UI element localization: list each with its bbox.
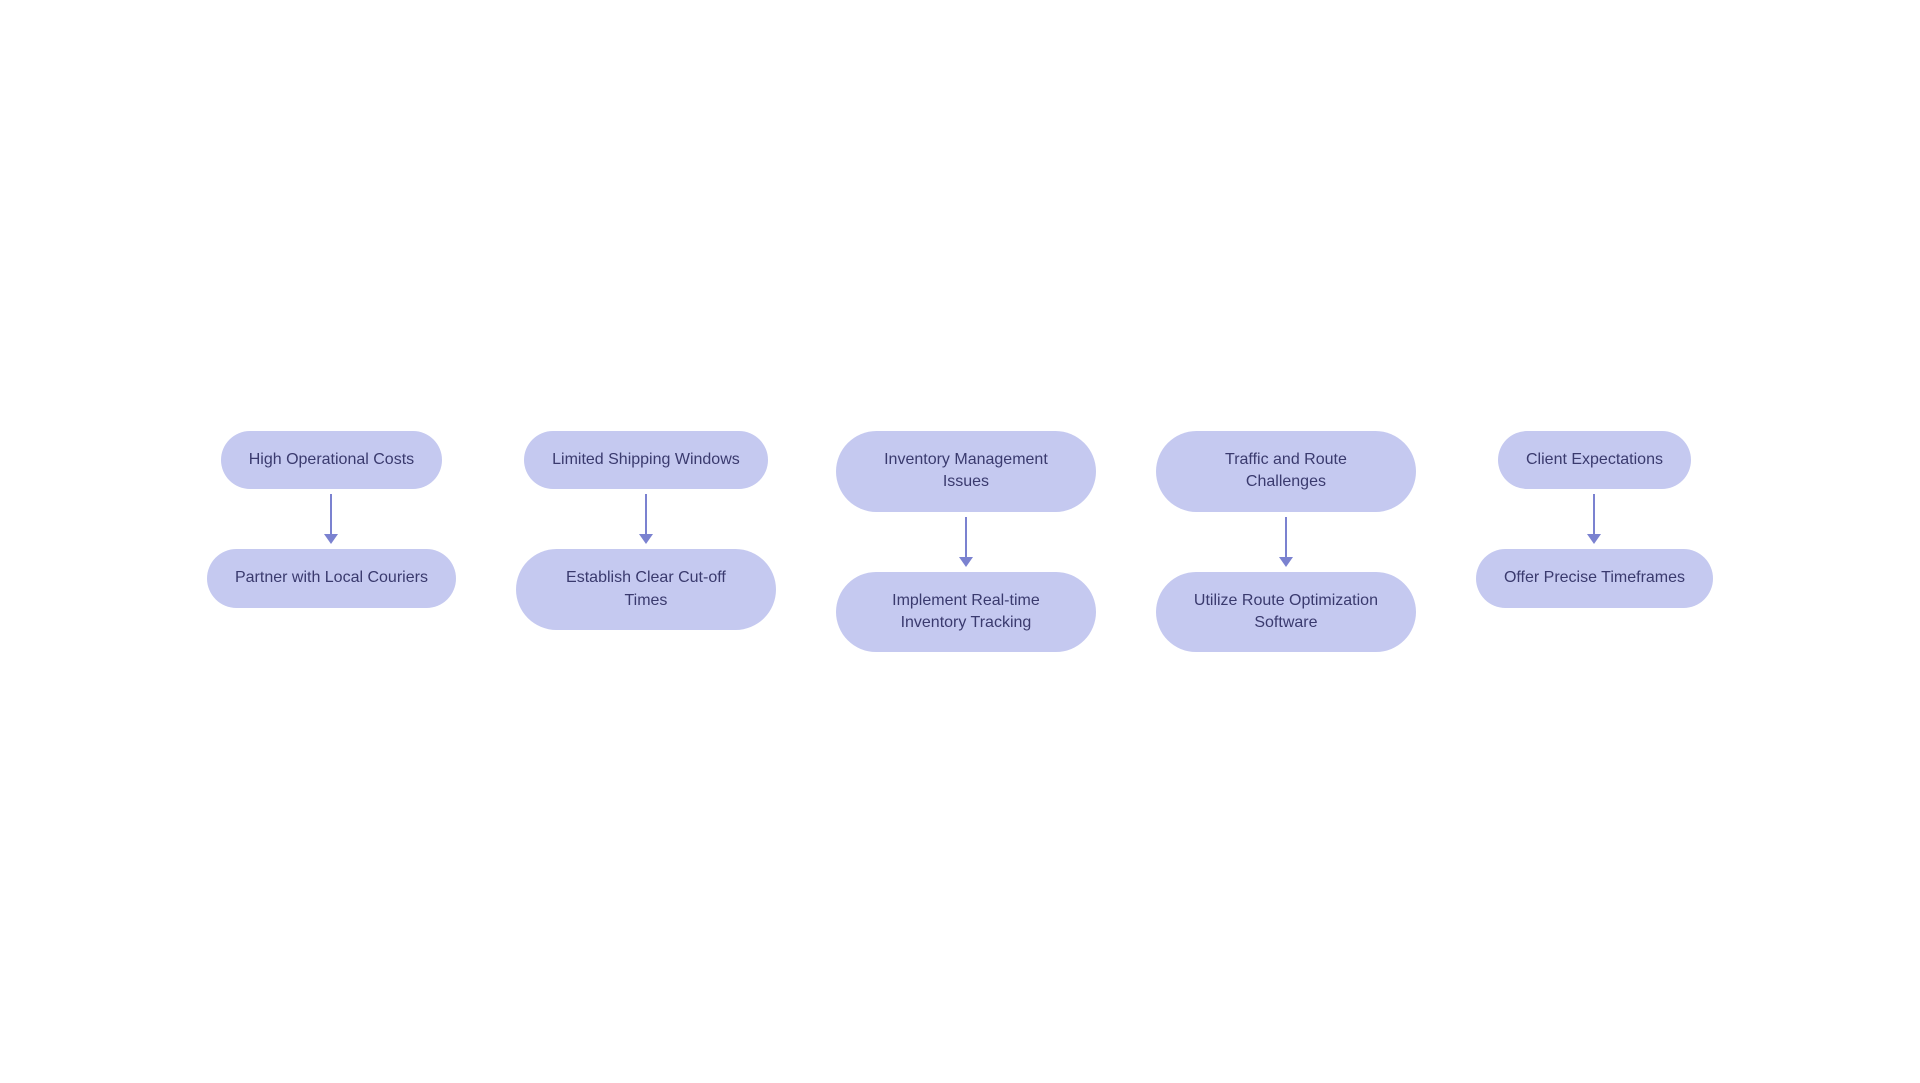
- arrow-line-3: [965, 517, 967, 557]
- node-partner-local-couriers: Partner with Local Couriers: [207, 549, 456, 607]
- arrow-head-2: [639, 534, 653, 544]
- flow-column-2: Limited Shipping Windows Establish Clear…: [516, 431, 776, 630]
- flow-column-4: Traffic and Route Challenges Utilize Rou…: [1156, 431, 1416, 653]
- node-high-operational-costs: High Operational Costs: [221, 431, 442, 489]
- arrow-line-2: [645, 494, 647, 534]
- arrow-2: [639, 489, 653, 549]
- diagram-container: High Operational Costs Partner with Loca…: [167, 391, 1753, 693]
- node-limited-shipping-windows: Limited Shipping Windows: [524, 431, 768, 489]
- flow-column-5: Client Expectations Offer Precise Timefr…: [1476, 431, 1713, 608]
- arrow-line-5: [1593, 494, 1595, 534]
- node-offer-precise-timeframes: Offer Precise Timeframes: [1476, 549, 1713, 607]
- arrow-line-4: [1285, 517, 1287, 557]
- flow-column-1: High Operational Costs Partner with Loca…: [207, 431, 456, 608]
- arrow-head-4: [1279, 557, 1293, 567]
- arrow-head-5: [1587, 534, 1601, 544]
- arrow-5: [1587, 489, 1601, 549]
- node-inventory-management: Inventory Management Issues: [836, 431, 1096, 512]
- arrow-line-1: [330, 494, 332, 534]
- arrow-4: [1279, 512, 1293, 572]
- flow-column-3: Inventory Management Issues Implement Re…: [836, 431, 1096, 653]
- node-client-expectations: Client Expectations: [1498, 431, 1691, 489]
- node-route-optimization-software: Utilize Route Optimization Software: [1156, 572, 1416, 653]
- arrow-head-1: [324, 534, 338, 544]
- arrow-1: [324, 489, 338, 549]
- node-establish-cutoff-times: Establish Clear Cut-off Times: [516, 549, 776, 630]
- node-traffic-route-challenges: Traffic and Route Challenges: [1156, 431, 1416, 512]
- arrow-head-3: [959, 557, 973, 567]
- arrow-3: [959, 512, 973, 572]
- node-realtime-inventory-tracking: Implement Real-time Inventory Tracking: [836, 572, 1096, 653]
